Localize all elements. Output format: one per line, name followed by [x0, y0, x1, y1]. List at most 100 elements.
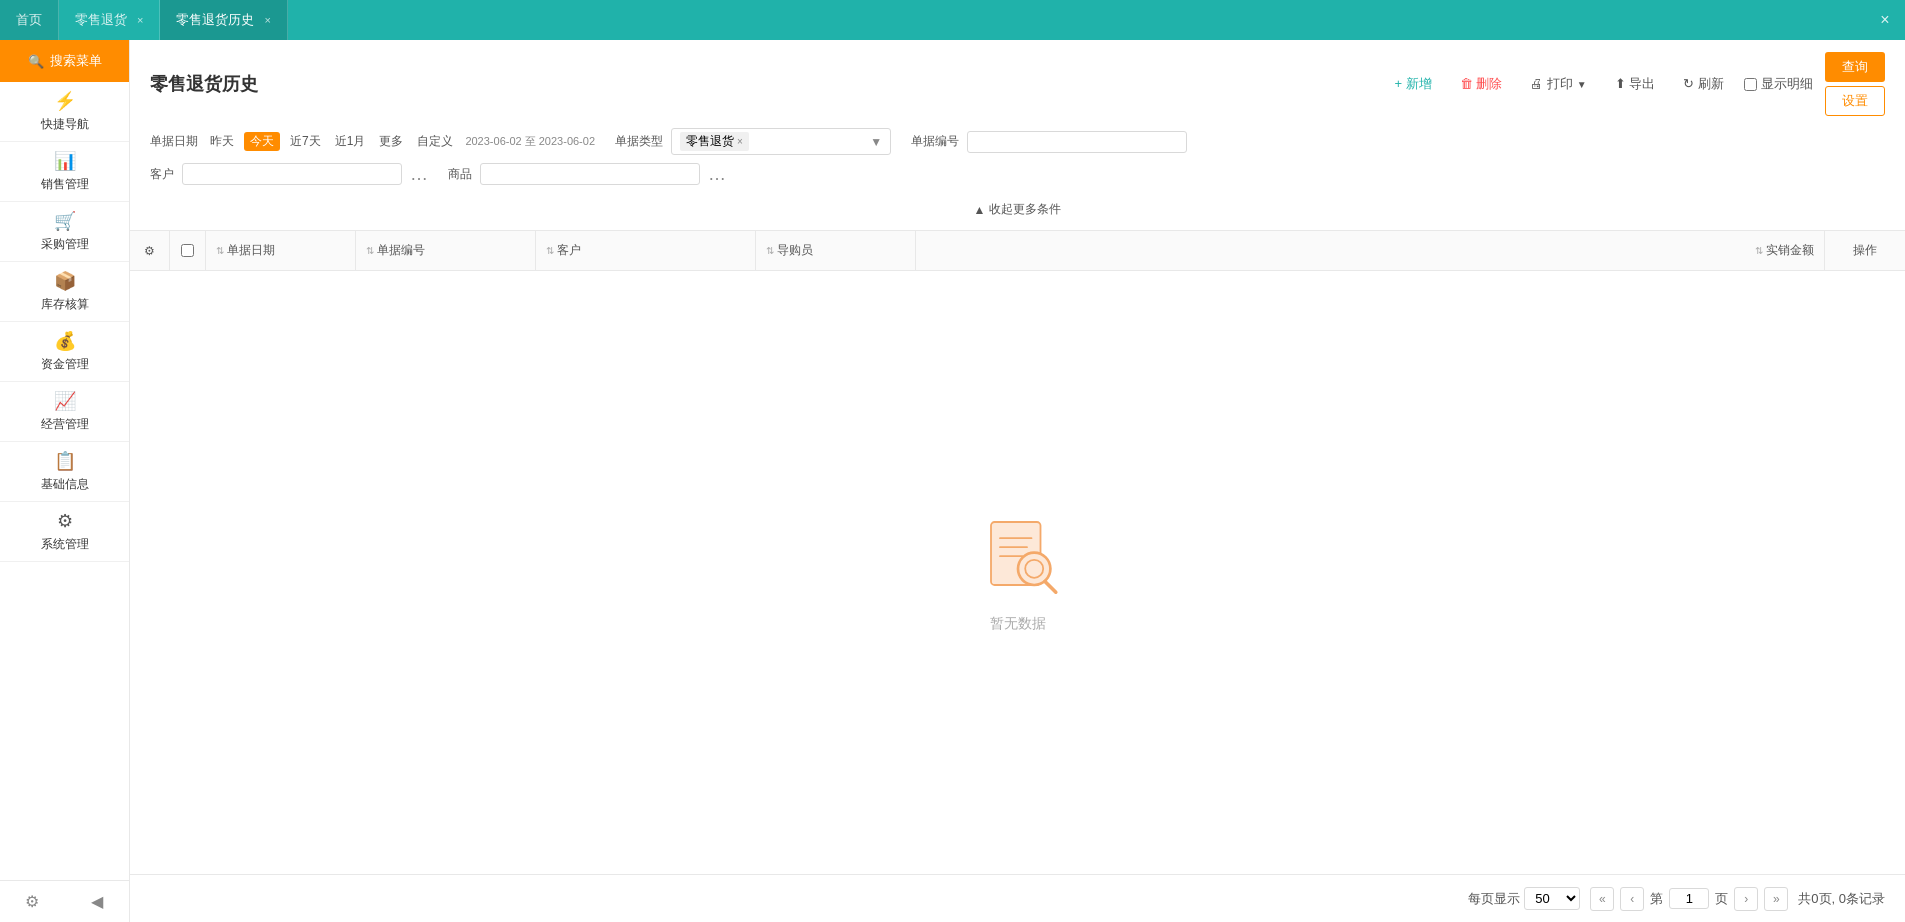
sidebar-item-sales[interactable]: 📊 销售管理: [0, 142, 129, 202]
th-guide[interactable]: ⇅ 导购员: [756, 231, 916, 270]
operations-icon: 📈: [54, 390, 76, 412]
search-menu-button[interactable]: 🔍 搜索菜单: [0, 40, 129, 82]
filter-row-1: 单据日期 昨天 今天 近7天 近1月 更多 自定义 2023-06-02 至 2…: [150, 128, 1885, 155]
search-icon: 🔍: [28, 54, 44, 69]
tab-retail-return-close[interactable]: ×: [137, 14, 143, 26]
date-btn-yesterday[interactable]: 昨天: [206, 132, 238, 151]
th-no-label: 单据编号: [377, 242, 425, 259]
sidebar-item-finance[interactable]: 💰 资金管理: [0, 322, 129, 382]
select-all-checkbox[interactable]: [181, 244, 194, 257]
main-layout: 🔍 搜索菜单 ⚡ 快捷导航 📊 销售管理 🛒 采购管理 📦 库存核算 💰 资金管…: [0, 40, 1905, 922]
sidebar-item-basic-info-label: 基础信息: [41, 476, 89, 493]
customer-input[interactable]: [182, 163, 402, 185]
delete-button[interactable]: 🗑 删除: [1452, 71, 1511, 97]
customer-filter-item: 客户 …: [150, 163, 428, 185]
new-button[interactable]: + 新增: [1386, 71, 1439, 97]
th-amount-label: 实销金额: [1766, 242, 1814, 259]
per-page-select[interactable]: 10 20 50 100: [1524, 887, 1580, 910]
page-number-input[interactable]: [1669, 888, 1709, 909]
type-tag-value: 零售退货: [686, 133, 734, 150]
sidebar-item-quick-nav-label: 快捷导航: [41, 116, 89, 133]
total-records-label: 共0页, 0条记录: [1798, 890, 1885, 908]
tab-retail-return[interactable]: 零售退货 ×: [59, 0, 160, 40]
page-label: 第: [1650, 890, 1663, 908]
page-nav: « ‹ 第 页 › »: [1590, 887, 1788, 911]
system-icon: ⚙: [57, 510, 73, 532]
sidebar-item-operations[interactable]: 📈 经营管理: [0, 382, 129, 442]
print-button[interactable]: 🖨 打印 ▼: [1522, 71, 1595, 97]
display-detail-checkbox[interactable]: [1744, 78, 1757, 91]
page-header: 零售退货历史 + 新增 🗑 删除 🖨 打印 ▼ ⬆ 导出: [130, 40, 1905, 231]
export-button[interactable]: ⬆ 导出: [1607, 71, 1664, 97]
type-filter-label: 单据类型: [615, 133, 663, 150]
next-page-button[interactable]: ›: [1734, 887, 1758, 911]
first-page-button[interactable]: «: [1590, 887, 1614, 911]
settings-button[interactable]: 设置: [1825, 86, 1885, 116]
sidebar-item-basic-info[interactable]: 📋 基础信息: [0, 442, 129, 502]
date-btn-today[interactable]: 今天: [244, 132, 280, 151]
refresh-button-label: ↻ 刷新: [1683, 75, 1724, 93]
date-filter-label: 单据日期: [150, 133, 198, 150]
content-main: ⚙ ⇅ 单据日期 ⇅ 单据编号 ⇅ 客户: [130, 231, 1905, 922]
content-area: 零售退货历史 + 新增 🗑 删除 🖨 打印 ▼ ⬆ 导出: [130, 40, 1905, 922]
new-button-label: + 新增: [1394, 75, 1431, 93]
display-detail-label: 显示明细: [1761, 75, 1813, 93]
goods-input[interactable]: [480, 163, 700, 185]
collapse-filter-label: 收起更多条件: [989, 201, 1061, 218]
tab-retail-return-history[interactable]: 零售退货历史 ×: [160, 0, 287, 40]
sidebar-bottom: ⚙ ◀: [0, 880, 129, 922]
sidebar-item-system[interactable]: ⚙ 系统管理: [0, 502, 129, 562]
empty-state: 暂无数据: [130, 271, 1905, 874]
collapse-filter-button[interactable]: ▲ 收起更多条件: [974, 197, 1062, 222]
collapse-up-icon: ▲: [974, 203, 986, 217]
display-detail-checkbox-area[interactable]: 显示明细: [1744, 75, 1813, 93]
sidebar-item-quick-nav[interactable]: ⚡ 快捷导航: [0, 82, 129, 142]
th-date[interactable]: ⇅ 单据日期: [206, 231, 356, 270]
tab-home-label: 首页: [16, 11, 42, 29]
th-amount[interactable]: ⇅ 实销金额: [916, 231, 1825, 270]
close-window-button[interactable]: ×: [1865, 0, 1905, 40]
sort-guide-icon: ⇅: [766, 245, 774, 256]
sidebar-item-purchase[interactable]: 🛒 采购管理: [0, 202, 129, 262]
th-checkbox[interactable]: [170, 231, 206, 270]
tab-retail-return-history-close[interactable]: ×: [264, 14, 270, 26]
th-no[interactable]: ⇅ 单据编号: [356, 231, 536, 270]
date-btn-7days[interactable]: 近7天: [286, 132, 325, 151]
type-tag-close[interactable]: ×: [737, 136, 743, 147]
tab-home[interactable]: 首页: [0, 0, 59, 40]
sidebar-item-inventory-label: 库存核算: [41, 296, 89, 313]
type-select[interactable]: 零售退货 × ▼: [671, 128, 891, 155]
no-filter-label: 单据编号: [911, 133, 959, 150]
sidebar-item-inventory[interactable]: 📦 库存核算: [0, 262, 129, 322]
goods-filter-label: 商品: [448, 166, 472, 183]
goods-input-picker-icon[interactable]: …: [708, 164, 726, 185]
sidebar-settings-button[interactable]: ⚙: [0, 881, 65, 922]
page-unit-label: 页: [1715, 890, 1728, 908]
date-btn-more[interactable]: 更多: [375, 132, 407, 151]
th-settings[interactable]: ⚙: [130, 231, 170, 270]
th-date-label: 单据日期: [227, 242, 275, 259]
date-btn-1month[interactable]: 近1月: [331, 132, 370, 151]
finance-icon: 💰: [54, 330, 76, 352]
pagination-bar: 每页显示 10 20 50 100 « ‹ 第 页 › »: [130, 874, 1905, 922]
sort-customer-icon: ⇅: [546, 245, 554, 256]
th-customer[interactable]: ⇅ 客户: [536, 231, 756, 270]
query-button[interactable]: 查询: [1825, 52, 1885, 82]
date-filter-item: 单据日期 昨天 今天 近7天 近1月 更多 自定义 2023-06-02 至 2…: [150, 132, 595, 151]
date-btn-custom[interactable]: 自定义: [413, 132, 457, 151]
th-ops: 操作: [1825, 231, 1905, 270]
empty-text: 暂无数据: [990, 615, 1046, 633]
svg-line-5: [1045, 581, 1056, 592]
sidebar-collapse-button[interactable]: ◀: [65, 881, 130, 922]
no-input[interactable]: [967, 131, 1187, 153]
sidebar-item-finance-label: 资金管理: [41, 356, 89, 373]
th-ops-label: 操作: [1853, 242, 1877, 259]
refresh-button[interactable]: ↻ 刷新: [1675, 71, 1732, 97]
last-page-button[interactable]: »: [1764, 887, 1788, 911]
prev-page-button[interactable]: ‹: [1620, 887, 1644, 911]
sidebar-item-purchase-label: 采购管理: [41, 236, 89, 253]
export-button-label: ⬆ 导出: [1615, 75, 1656, 93]
purchase-icon: 🛒: [54, 210, 76, 232]
customer-input-picker-icon[interactable]: …: [410, 164, 428, 185]
quick-nav-icon: ⚡: [54, 90, 76, 112]
